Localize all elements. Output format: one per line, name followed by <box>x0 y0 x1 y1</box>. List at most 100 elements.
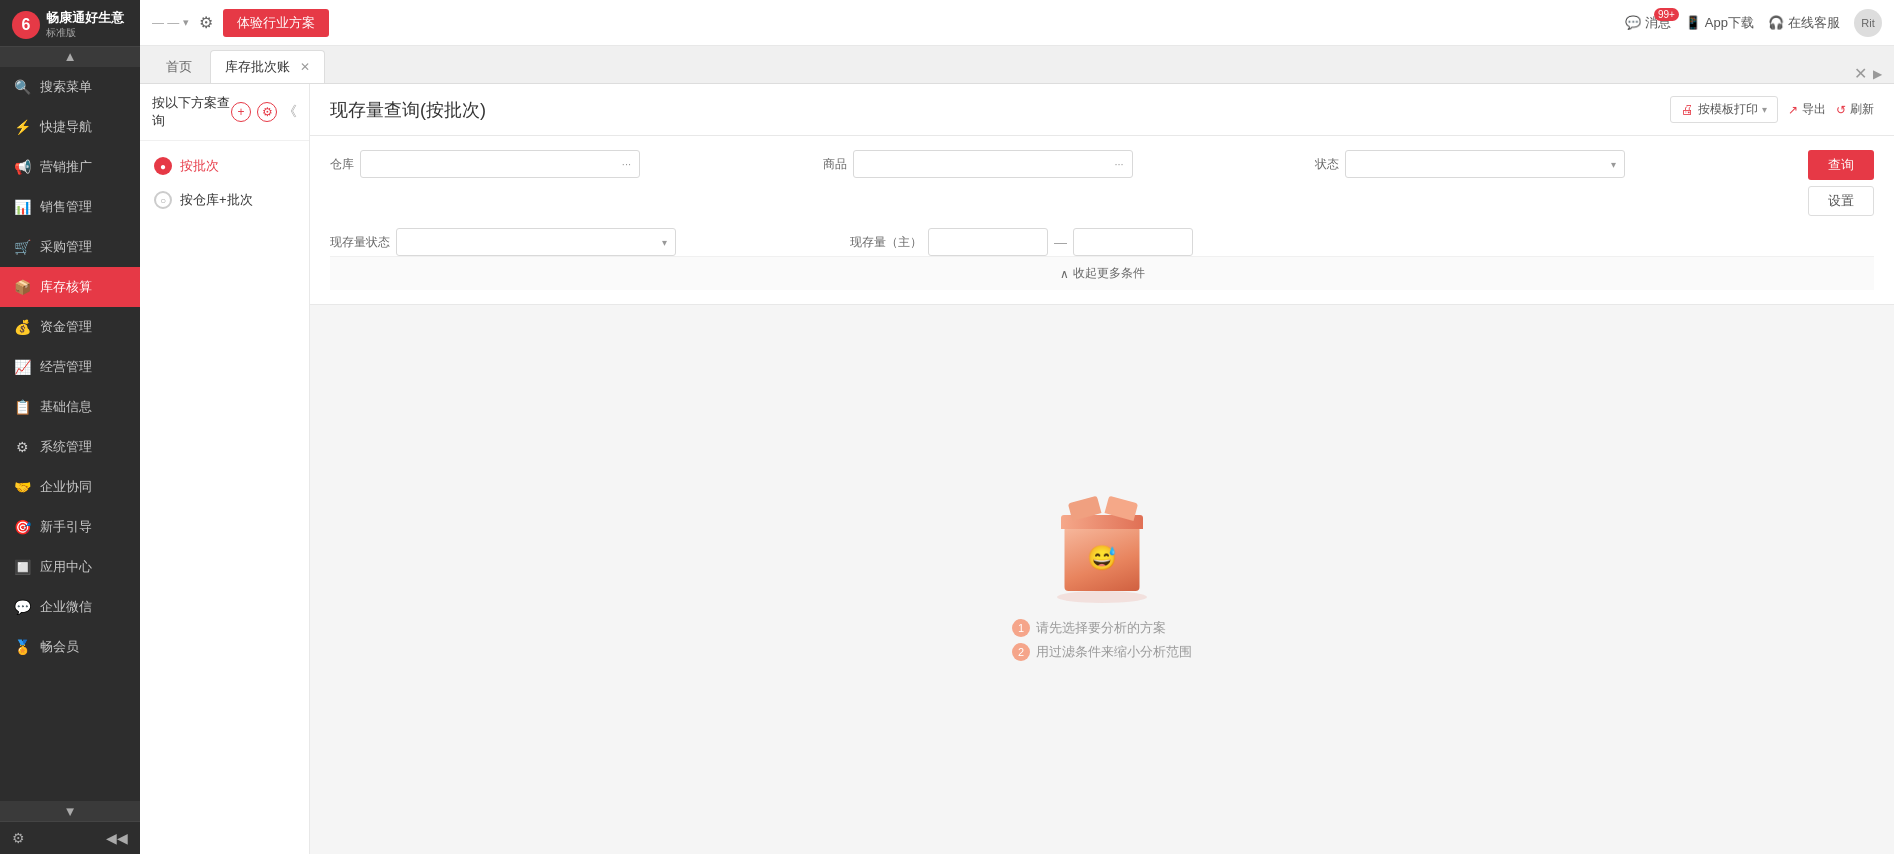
empty-content: 😅 1 请先选 <box>1012 493 1192 667</box>
sidebar-item-label: 企业协同 <box>40 478 92 496</box>
user-name: Rit <box>1861 17 1874 29</box>
sidebar-logo: 6 畅康通好生意 标准版 <box>12 10 128 40</box>
empty-state: 😅 1 请先选 <box>310 305 1894 854</box>
sidebar-item-inventory[interactable]: 📦 库存核算 <box>0 267 140 307</box>
add-scheme-button[interactable]: + <box>231 102 251 122</box>
sidebar-item-enterprise-wechat[interactable]: 💬 企业微信 <box>0 587 140 627</box>
refresh-label: 刷新 <box>1850 101 1874 118</box>
product-input[interactable]: ··· <box>853 150 1133 178</box>
vip-icon: 🏅 <box>12 637 32 657</box>
inventory-status-label: 现存量状态 <box>330 234 390 251</box>
refresh-icon: ↺ <box>1836 103 1846 117</box>
sidebar-scroll-down[interactable]: ▼ <box>0 801 140 821</box>
search-menu-icon: 🔍 <box>12 77 32 97</box>
tab-inventory-batch[interactable]: 库存批次账 ✕ <box>210 50 325 83</box>
sidebar-item-basics[interactable]: 📋 基础信息 <box>0 387 140 427</box>
tab-arrow-icon[interactable]: ▶ <box>1873 67 1882 81</box>
collapse-sidebar-icon[interactable]: ◀◀ <box>106 830 128 846</box>
close-tab-area-button[interactable]: ✕ <box>1854 64 1867 83</box>
edition-label: 标准版 <box>46 26 124 40</box>
scheme-item-label: 按批次 <box>180 157 219 175</box>
topbar-actions: 💬 消息 99+ 📱 App下载 🎧 在线客服 Rit <box>1625 9 1882 37</box>
sidebar-item-quick-nav[interactable]: ⚡ 快捷导航 <box>0 107 140 147</box>
sidebar-scroll-up[interactable]: ▲ <box>0 47 140 67</box>
sidebar-item-enterprise[interactable]: 🤝 企业协同 <box>0 467 140 507</box>
empty-tip-2: 2 用过滤条件来缩小分析范围 <box>1012 643 1192 661</box>
collapse-left-panel-button[interactable]: 《 <box>283 103 297 121</box>
dropdown-arrow-icon[interactable]: ▾ <box>183 16 189 29</box>
scheme-active-icon: ● <box>154 157 172 175</box>
export-button[interactable]: ↗ 导出 <box>1788 101 1826 118</box>
warehouse-label: 仓库 <box>330 156 354 173</box>
sidebar-item-operations[interactable]: 📈 经营管理 <box>0 347 140 387</box>
inventory-qty-to-input[interactable] <box>1073 228 1193 256</box>
print-template-button[interactable]: 🖨 按模板打印 ▾ <box>1670 96 1778 123</box>
collapse-more-button[interactable]: ∧ 收起更多条件 <box>330 256 1874 290</box>
product-more-icon[interactable]: ··· <box>1115 158 1124 170</box>
sidebar-item-label: 销售管理 <box>40 198 92 216</box>
sidebar-item-system[interactable]: ⚙ 系统管理 <box>0 427 140 467</box>
app-download-icon: 📱 <box>1685 15 1701 30</box>
left-panel-header: 按以下方案查询 + ⚙ 《 <box>140 84 309 141</box>
trial-button[interactable]: 体验行业方案 <box>223 9 329 37</box>
empty-illustration: 😅 <box>1042 493 1162 603</box>
breadcrumb: — — ▾ <box>152 16 189 30</box>
app-download-button[interactable]: 📱 App下载 <box>1685 14 1754 32</box>
warehouse-input[interactable]: ··· <box>360 150 640 178</box>
sidebar-item-label: 应用中心 <box>40 558 92 576</box>
sidebar-header: 6 畅康通好生意 标准版 <box>0 0 140 47</box>
inventory-status-select[interactable]: ▾ <box>396 228 676 256</box>
print-icon: 🖨 <box>1681 102 1694 117</box>
status-label: 状态 <box>1315 156 1339 173</box>
inventory-qty-from-input[interactable] <box>928 228 1048 256</box>
collapse-label: 收起更多条件 <box>1073 265 1145 282</box>
sidebar-item-marketing[interactable]: 📢 营销推广 <box>0 147 140 187</box>
online-service-button[interactable]: 🎧 在线客服 <box>1768 14 1840 32</box>
tab-home[interactable]: 首页 <box>152 51 206 83</box>
sidebar-item-sales[interactable]: 📊 销售管理 <box>0 187 140 227</box>
sidebar-item-vip[interactable]: 🏅 畅会员 <box>0 627 140 667</box>
inventory-icon: 📦 <box>12 277 32 297</box>
sidebar-item-finance[interactable]: 💰 资金管理 <box>0 307 140 347</box>
sidebar-item-newbie[interactable]: 🎯 新手引导 <box>0 507 140 547</box>
user-avatar[interactable]: Rit <box>1854 9 1882 37</box>
scheme-item-by-warehouse-batch[interactable]: ○ 按仓库+批次 <box>140 183 309 217</box>
print-label: 按模板打印 <box>1698 101 1758 118</box>
sidebar: 6 畅康通好生意 标准版 ▲ 🔍 搜索菜单 ⚡ 快捷导航 📢 营销推广 <box>0 0 140 854</box>
export-label: 导出 <box>1802 101 1826 118</box>
gear-icon[interactable]: ⚙ <box>199 13 213 32</box>
scheme-item-by-batch[interactable]: ● 按批次 <box>140 149 309 183</box>
sales-icon: 📊 <box>12 197 32 217</box>
settings-scheme-button[interactable]: ⚙ <box>257 102 277 122</box>
content-area: 按以下方案查询 + ⚙ 《 ● 按批次 ○ 按仓库+批次 <box>140 84 1894 854</box>
status-select[interactable]: ▾ <box>1345 150 1625 178</box>
basics-icon: 📋 <box>12 397 32 417</box>
sidebar-footer: ⚙ ◀◀ <box>0 821 140 854</box>
sidebar-item-app-center[interactable]: 🔲 应用中心 <box>0 547 140 587</box>
collapse-arrow-icon: ∧ <box>1060 267 1069 281</box>
sidebar-item-search-menu[interactable]: 🔍 搜索菜单 <box>0 67 140 107</box>
sidebar-item-label: 搜索菜单 <box>40 78 92 96</box>
status-dropdown-icon[interactable]: ▾ <box>1611 159 1616 170</box>
online-service-label: 在线客服 <box>1788 14 1840 32</box>
sidebar-item-purchase[interactable]: 🛒 采购管理 <box>0 227 140 267</box>
settings-button[interactable]: 设置 <box>1808 186 1874 216</box>
print-dropdown-icon[interactable]: ▾ <box>1762 104 1767 115</box>
topbar: — — ▾ ⚙ 体验行业方案 💬 消息 99+ 📱 App下载 🎧 在线客服 <box>140 0 1894 46</box>
purchase-icon: 🛒 <box>12 237 32 257</box>
query-button[interactable]: 查询 <box>1808 150 1874 180</box>
tab-close-icon[interactable]: ✕ <box>300 60 310 74</box>
inventory-status-dropdown-icon[interactable]: ▾ <box>662 237 667 248</box>
refresh-button[interactable]: ↺ 刷新 <box>1836 101 1874 118</box>
message-icon: 💬 <box>1625 15 1641 30</box>
enterprise-wechat-icon: 💬 <box>12 597 32 617</box>
warehouse-more-icon[interactable]: ··· <box>622 158 631 170</box>
sidebar-item-label: 基础信息 <box>40 398 92 416</box>
app-download-label: App下载 <box>1705 14 1754 32</box>
page-header-actions: 🖨 按模板打印 ▾ ↗ 导出 ↺ 刷新 <box>1670 96 1874 123</box>
message-button[interactable]: 💬 消息 99+ <box>1625 14 1671 32</box>
page-title: 现存量查询(按批次) <box>330 98 486 122</box>
settings-icon[interactable]: ⚙ <box>12 830 25 846</box>
right-panel: 现存量查询(按批次) 🖨 按模板打印 ▾ ↗ 导出 ↺ <box>310 84 1894 854</box>
left-panel-actions: + ⚙ 《 <box>231 102 297 122</box>
